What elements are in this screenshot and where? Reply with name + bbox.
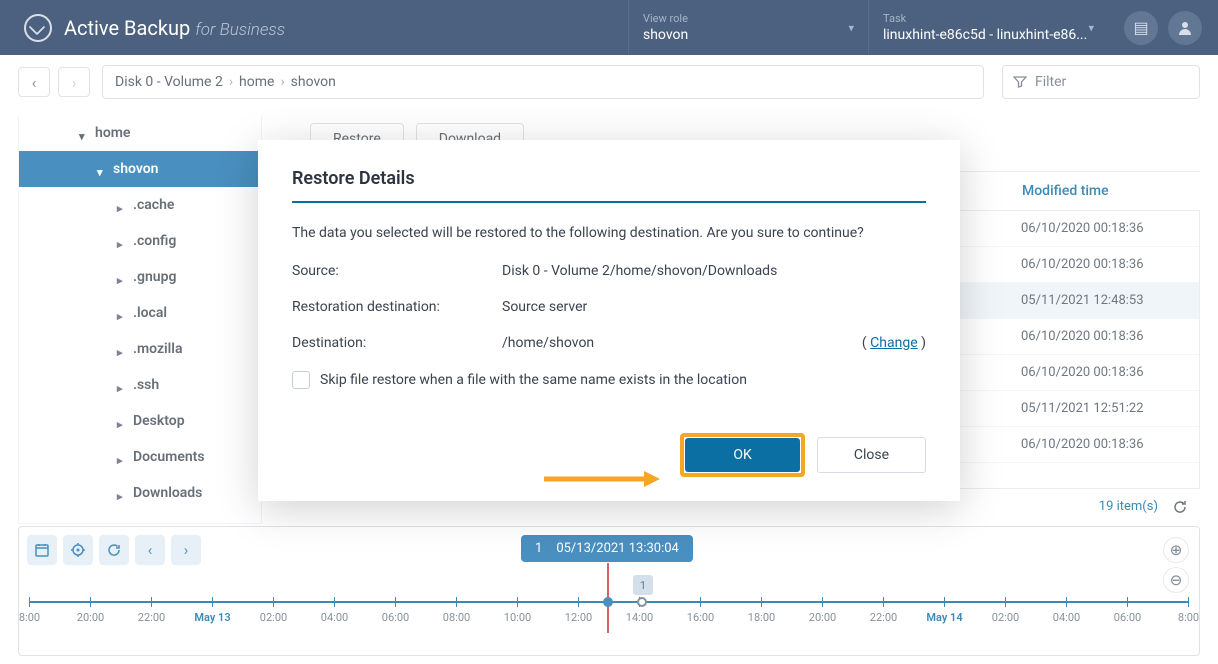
close-button[interactable]: Close [817, 437, 926, 473]
restoration-dest-label: Restoration destination: [292, 299, 502, 315]
ok-highlight: OK [680, 433, 804, 477]
destination-label: Destination: [292, 335, 502, 351]
modal-title: Restore Details [292, 168, 926, 189]
modal-overlay: Restore Details The data you selected wi… [0, 0, 1218, 664]
restore-details-modal: Restore Details The data you selected wi… [258, 140, 960, 501]
restoration-dest-value: Source server [502, 299, 926, 315]
change-link[interactable]: Change [870, 335, 917, 351]
source-value: Disk 0 - Volume 2/home/shovon/Downloads [502, 263, 926, 279]
source-label: Source: [292, 263, 502, 279]
checkbox-icon [292, 371, 310, 389]
modal-message: The data you selected will be restored t… [292, 225, 926, 241]
annotation-arrow [540, 467, 660, 491]
destination-value: /home/shovon ( Change ) [502, 335, 926, 351]
skip-checkbox[interactable]: Skip file restore when a file with the s… [292, 371, 926, 389]
ok-button[interactable]: OK [685, 438, 799, 472]
